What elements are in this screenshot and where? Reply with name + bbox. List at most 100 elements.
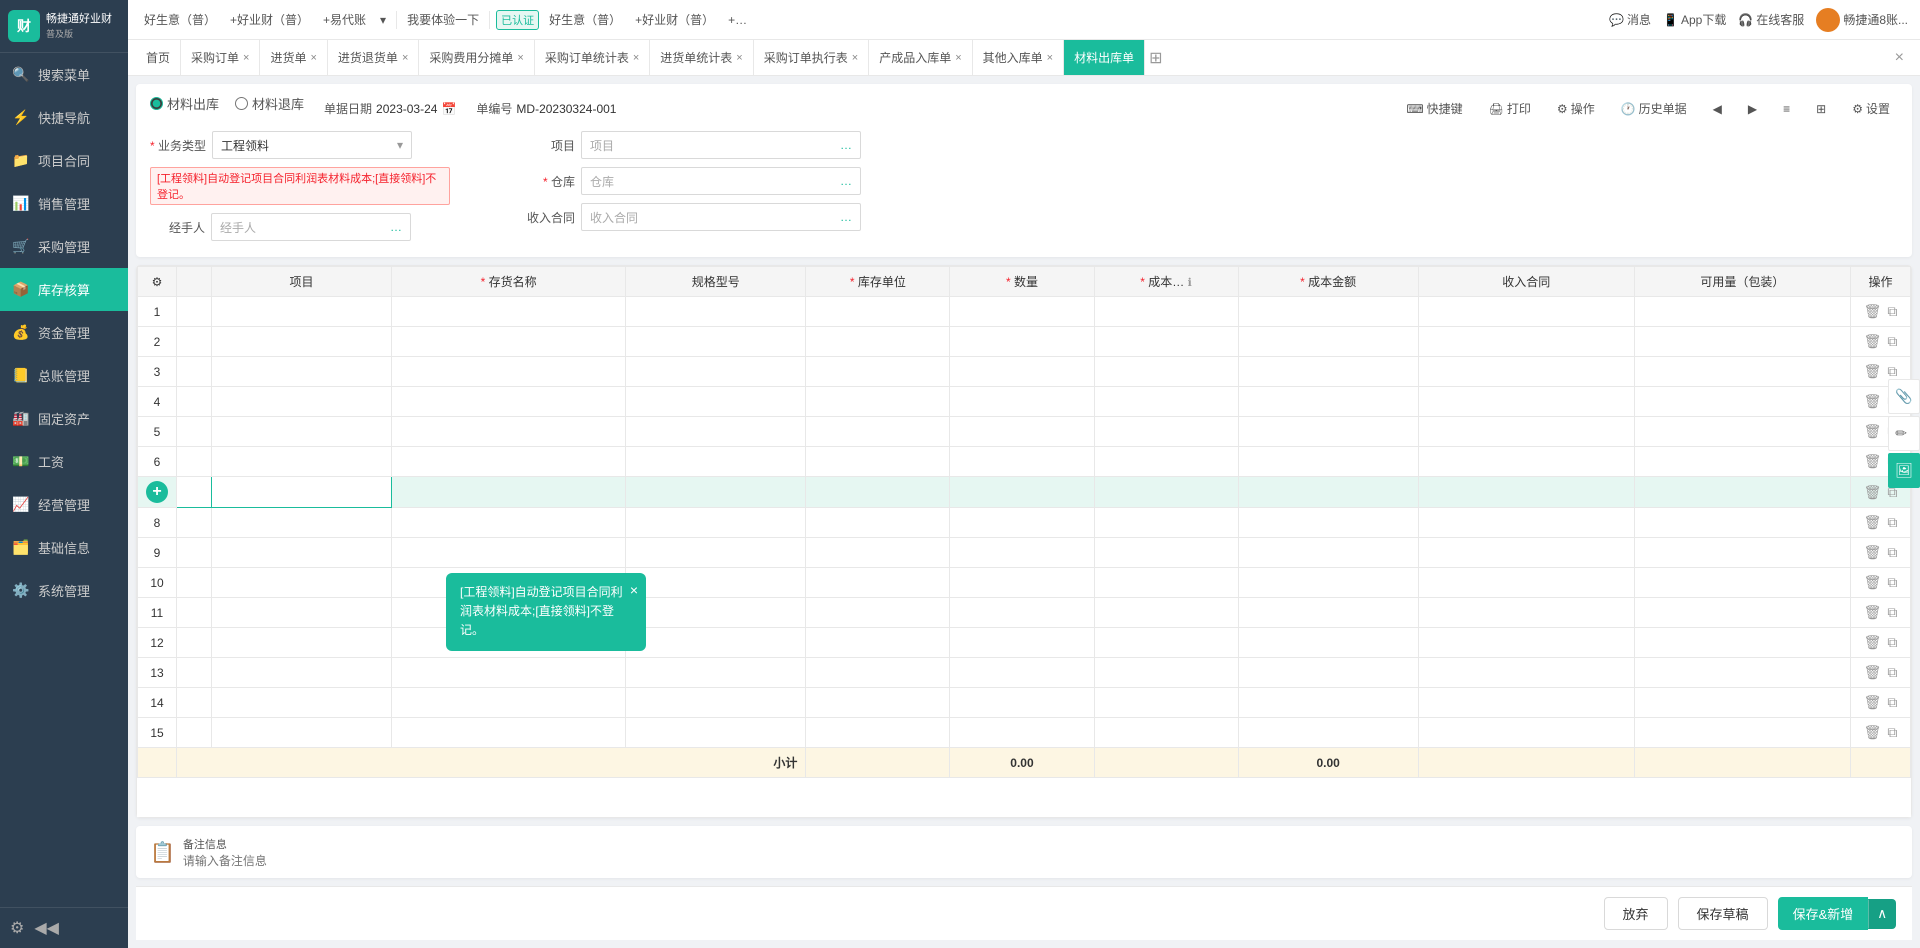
prev-btn[interactable]: ◀ [1705,99,1730,119]
delete-row-btn[interactable]: 🗑 [1861,453,1885,469]
delete-row-btn[interactable]: 🗑 [1861,423,1885,439]
tab-home[interactable]: 首页 [136,40,181,76]
tabbar-settings-icon[interactable]: ⊞ [1145,48,1166,68]
add-row-btn[interactable]: + [146,481,168,503]
tab-other-in-close[interactable]: × [1047,52,1053,64]
tab-goods-in-return[interactable]: 进货退货单 × [328,40,419,76]
shortcut-btn[interactable]: ⌨ 快捷键 [1398,97,1470,120]
copy-row-btn[interactable]: ⧉ [1884,363,1900,379]
tab-material-out[interactable]: 材料出库单 [1064,40,1145,76]
delete-row-btn[interactable]: 🗑 [1861,333,1885,349]
copy-row-btn[interactable]: ⧉ [1884,634,1900,650]
sidebar-item-shortcut[interactable]: ⚡ 快捷导航 [0,96,128,139]
tab-purchase-expense-close[interactable]: × [517,52,523,64]
list-view-btn[interactable]: ≡ [1775,99,1798,119]
sidebar-item-purchase[interactable]: 🛒 采购管理 [0,225,128,268]
sidebar-item-ops[interactable]: 📈 经营管理 [0,483,128,526]
sidebar-item-system[interactable]: ⚙️ 系统管理 [0,569,128,612]
copy-row-btn[interactable]: ⧉ [1884,664,1900,680]
nav-haoshengyi2[interactable]: 好生意（普） [545,11,625,28]
copy-row-btn[interactable]: ⧉ [1884,544,1900,560]
handler-dots[interactable]: … [390,220,402,234]
nav-experience[interactable]: 我要体验一下 [403,11,483,28]
tab-purchase-order[interactable]: 采购订单 × [181,40,260,76]
nav-dropdown-arrow[interactable]: ▾ [376,13,390,27]
delete-row-btn[interactable]: 🗑 [1861,363,1885,379]
tab-purchase-stat-close[interactable]: × [633,52,639,64]
settings-btn[interactable]: ⚙ 设置 [1844,97,1898,120]
nav-haoshengyi[interactable]: 好生意（普） [140,11,220,28]
table-wrap[interactable]: ⚙ 项目 存货名称 规格型号 库存单位 数量 成本… ℹ 成本金额 收入合同 可… [136,265,1912,818]
delete-row-btn[interactable]: 🗑 [1861,574,1885,590]
sidebar-item-assets[interactable]: 🏭 固定资产 [0,397,128,440]
sidebar-item-base[interactable]: 🗂️ 基础信息 [0,526,128,569]
right-panel-clip-btn[interactable]: 📎 [1888,379,1920,414]
online-service-btn[interactable]: 🎧 在线客服 [1738,11,1804,28]
save-new-btn[interactable]: 保存&新增 [1778,897,1869,930]
app-download-btn[interactable]: 📱 App下载 [1663,11,1726,28]
copy-row-btn[interactable]: ⧉ [1884,514,1900,530]
tab-purchase-exec[interactable]: 采购订单执行表 × [754,40,869,76]
tab-goods-in[interactable]: 进货单 × [260,40,327,76]
sub-tab-out-radio[interactable] [150,97,163,110]
delete-row-btn[interactable]: 🗑 [1861,484,1885,500]
right-panel-image-btn[interactable]: 🖼 [1888,453,1920,488]
tooltip-close-btn[interactable]: × [630,579,638,601]
save-new-arrow-btn[interactable]: ∧ [1868,899,1896,929]
income-contract-input[interactable]: 收入合同 … [581,203,861,231]
warehouse-input[interactable]: 仓库 … [581,167,861,195]
sidebar-item-ledger[interactable]: 📒 总账管理 [0,354,128,397]
sidebar-item-finance[interactable]: 💰 资金管理 [0,311,128,354]
tab-purchase-expense[interactable]: 采购费用分摊单 × [419,40,534,76]
sidebar-item-salary[interactable]: 💵 工资 [0,440,128,483]
delete-row-btn[interactable]: 🗑 [1861,634,1885,650]
save-draft-btn[interactable]: 保存草稿 [1678,897,1768,930]
history-btn[interactable]: 🕐 历史单据 [1613,97,1695,120]
tab-purchase-order-close[interactable]: × [243,52,249,64]
delete-row-btn[interactable]: 🗑 [1861,303,1885,319]
delete-row-btn[interactable]: 🗑 [1861,604,1885,620]
notes-input[interactable] [183,854,338,868]
copy-row-btn[interactable]: ⧉ [1884,694,1900,710]
copy-row-btn[interactable]: ⧉ [1884,303,1900,319]
copy-row-btn[interactable]: ⧉ [1884,604,1900,620]
collapse-icon[interactable]: ◀◀ [34,918,59,938]
copy-row-btn[interactable]: ⧉ [1884,724,1900,740]
tab-other-in[interactable]: 其他入库单 × [973,40,1064,76]
sidebar-item-inventory[interactable]: 📦 库存核算 [0,268,128,311]
abandon-btn[interactable]: 放弃 [1604,897,1668,930]
nav-haoyecai2[interactable]: +好业财（普） [631,11,718,28]
project-input[interactable]: 项目 … [581,131,861,159]
tab-product-in[interactable]: 产成品入库单 × [869,40,972,76]
print-btn[interactable]: 🖨 打印 [1481,97,1539,120]
nav-haoyecai[interactable]: +好业财（普） [226,11,313,28]
settings-bottom-icon[interactable]: ⚙ [10,918,24,938]
delete-row-btn[interactable]: 🗑 [1861,724,1885,740]
project-dots[interactable]: … [840,138,852,152]
delete-row-btn[interactable]: 🗑 [1861,514,1885,530]
grid-view-btn[interactable]: ⊞ [1808,99,1834,119]
sidebar-item-search[interactable]: 🔍 搜索菜单 [0,53,128,96]
operate-btn[interactable]: ⚙ 操作 [1549,97,1603,120]
right-panel-edit-btn[interactable]: ✏ [1888,416,1920,451]
tab-product-in-close[interactable]: × [955,52,961,64]
nav-yidaizhang[interactable]: +易代账 [319,11,370,28]
sub-tab-return-radio[interactable] [235,97,248,110]
message-btn[interactable]: 💬 消息 [1609,11,1651,28]
income-contract-dots[interactable]: … [840,210,852,224]
user-avatar[interactable]: 畅捷通8账... [1816,8,1908,32]
tab-goods-stat-close[interactable]: × [736,52,742,64]
next-btn[interactable]: ▶ [1740,99,1765,119]
delete-row-btn[interactable]: 🗑 [1861,694,1885,710]
copy-row-btn[interactable]: ⧉ [1884,574,1900,590]
business-type-select[interactable]: 工程领料 ▾ [212,131,412,159]
nav-more[interactable]: +… [724,13,751,27]
tab-goods-in-return-close[interactable]: × [402,52,408,64]
delete-row-btn[interactable]: 🗑 [1861,393,1885,409]
copy-row-btn[interactable]: ⧉ [1884,333,1900,349]
tab-purchase-exec-close[interactable]: × [852,52,858,64]
delete-row-btn[interactable]: 🗑 [1861,544,1885,560]
sub-tab-return[interactable]: 材料退库 [235,94,304,113]
tab-goods-stat[interactable]: 进货单统计表 × [650,40,753,76]
handler-input[interactable]: 经手人 … [211,213,411,241]
